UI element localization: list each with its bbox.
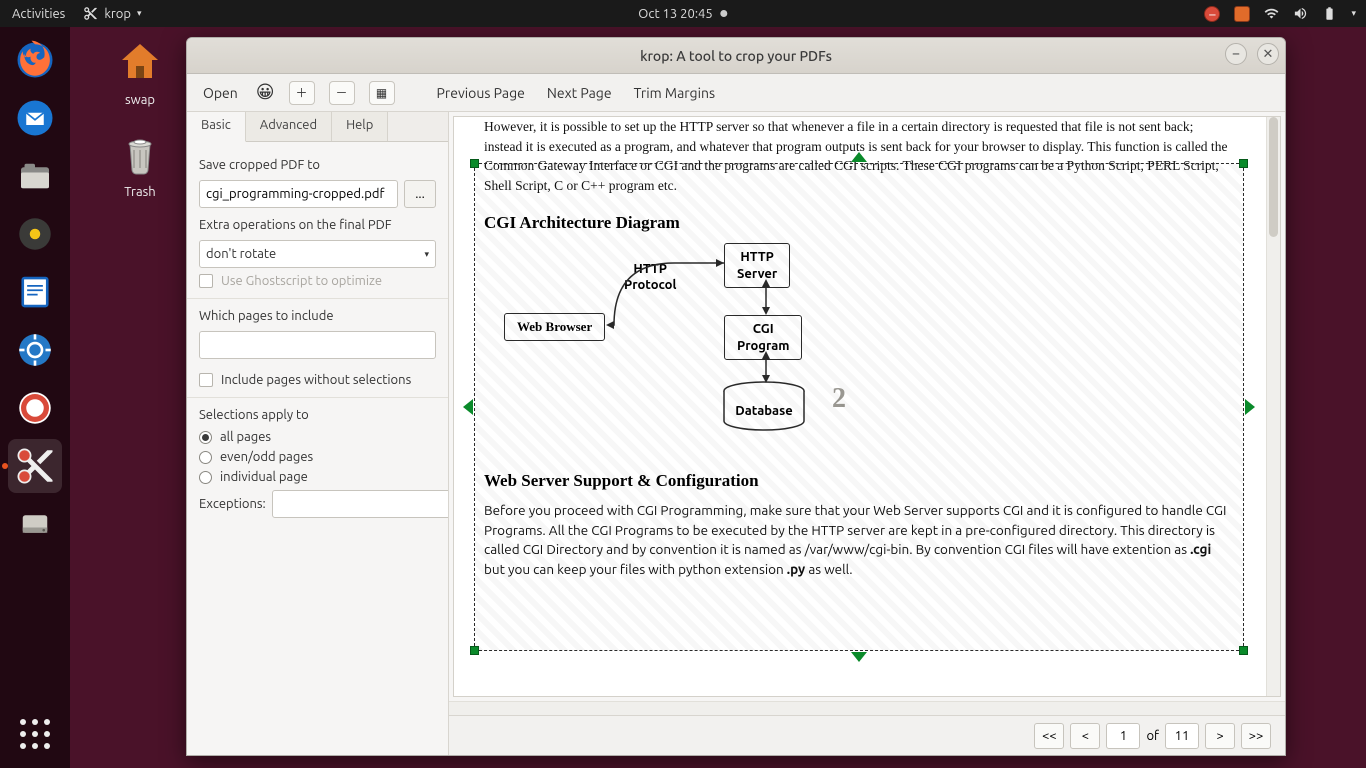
crop-selection[interactable] (474, 163, 1244, 651)
tab-advanced[interactable]: Advanced (246, 112, 332, 141)
krop-face-icon[interactable]: 😀 (256, 82, 275, 103)
update-indicator-icon[interactable]: − (1204, 6, 1220, 22)
notification-dot-icon (721, 10, 728, 17)
pdf-area: However, it is possible to set up the HT… (449, 112, 1285, 755)
checkbox-icon (199, 373, 213, 387)
battery-icon (1322, 6, 1337, 21)
dock-help[interactable] (8, 381, 62, 435)
window-title: krop: A tool to crop your PDFs (640, 48, 832, 64)
crop-handle-n[interactable] (851, 152, 867, 162)
which-pages-input[interactable] (199, 331, 436, 359)
app-menu[interactable]: krop ▾ (83, 6, 141, 21)
radio-icon (199, 451, 212, 464)
home-folder-icon (116, 38, 164, 86)
dock-writer[interactable] (8, 265, 62, 319)
dock-thunderbird[interactable] (8, 91, 62, 145)
close-button[interactable]: ✕ (1257, 43, 1279, 65)
clock[interactable]: Oct 13 20:45 (638, 7, 727, 21)
dock-settings[interactable] (8, 323, 62, 377)
current-page-input[interactable] (1106, 723, 1140, 749)
horizontal-scrollbar[interactable] (449, 701, 1285, 715)
dock-firefox[interactable] (8, 33, 62, 87)
which-pages-label: Which pages to include (199, 309, 436, 323)
dock-krop[interactable] (8, 439, 62, 493)
radio-icon (199, 431, 212, 444)
dropdown-icon: ▾ (137, 8, 142, 19)
fit-page-button[interactable]: ▦ (369, 81, 395, 105)
dropdown-icon: ▾ (1351, 8, 1356, 19)
crop-handle-nw[interactable] (470, 159, 479, 168)
last-page-button[interactable]: >> (1241, 723, 1271, 749)
ghostscript-checkbox: Use Ghostscript to optimize (199, 274, 436, 288)
dock-files[interactable] (8, 149, 62, 203)
pager: << < of > >> (449, 715, 1285, 755)
first-page-button[interactable]: << (1034, 723, 1064, 749)
selections-apply-label: Selections apply to (199, 408, 436, 422)
security-indicator-icon[interactable] (1234, 6, 1250, 22)
zoom-in-button[interactable]: ＋ (289, 81, 315, 105)
crop-handle-ne[interactable] (1239, 159, 1248, 168)
wifi-icon (1264, 6, 1279, 21)
desktop-folder-swap[interactable]: swap (100, 38, 180, 107)
side-panel: Basic Advanced Help Save cropped PDF to … (187, 112, 449, 755)
tab-basic[interactable]: Basic (187, 112, 246, 142)
panel-tabs: Basic Advanced Help (187, 112, 448, 142)
crop-handle-w[interactable] (463, 399, 473, 415)
radio-icon (199, 471, 212, 484)
desktop-trash[interactable]: Trash (100, 130, 180, 199)
minimize-button[interactable]: – (1225, 43, 1247, 65)
crop-handle-s[interactable] (851, 652, 867, 662)
crop-handle-sw[interactable] (470, 646, 479, 655)
save-path-input[interactable] (199, 180, 398, 208)
prev-page-button[interactable]: < (1070, 723, 1100, 749)
crop-handle-e[interactable] (1245, 399, 1255, 415)
trash-icon (116, 130, 164, 178)
dock (0, 27, 70, 768)
zoom-out-button[interactable]: － (329, 81, 355, 105)
pdf-viewport[interactable]: However, it is possible to set up the HT… (453, 116, 1281, 697)
dock-disk[interactable] (8, 497, 62, 551)
crop-handle-se[interactable] (1239, 646, 1248, 655)
radio-even-odd[interactable]: even/odd pages (199, 450, 436, 464)
dock-rhythmbox[interactable] (8, 207, 62, 261)
toolbar: Open 😀 ＋ － ▦ Previous Page Next Page Tri… (187, 74, 1285, 112)
browse-button[interactable]: ... (404, 180, 436, 208)
of-label: of (1146, 729, 1159, 743)
krop-window: krop: A tool to crop your PDFs – ✕ Open … (186, 37, 1286, 756)
exceptions-label: Exceptions: (199, 497, 266, 511)
exceptions-input[interactable] (272, 490, 448, 518)
titlebar[interactable]: krop: A tool to crop your PDFs – ✕ (187, 38, 1285, 74)
checkbox-icon (199, 274, 213, 288)
next-page-button[interactable]: > (1205, 723, 1235, 749)
open-button[interactable]: Open (199, 83, 242, 103)
tab-help[interactable]: Help (332, 112, 388, 141)
volume-icon (1293, 6, 1308, 21)
vertical-scrollbar[interactable] (1266, 117, 1280, 696)
radio-individual[interactable]: individual page (199, 470, 436, 484)
save-label: Save cropped PDF to (199, 158, 436, 172)
scissors-icon (83, 6, 98, 21)
previous-page-button[interactable]: Previous Page (433, 83, 529, 103)
activities-button[interactable]: Activities (12, 7, 65, 21)
rotate-select[interactable]: don't rotate▾ (199, 240, 436, 268)
trim-margins-button[interactable]: Trim Margins (630, 83, 719, 103)
include-without-selections-checkbox[interactable]: Include pages without selections (199, 373, 436, 387)
chevron-down-icon: ▾ (424, 249, 429, 260)
extra-ops-label: Extra operations on the final PDF (199, 218, 436, 232)
total-pages (1165, 723, 1199, 749)
next-page-button[interactable]: Next Page (543, 83, 616, 103)
radio-all-pages[interactable]: all pages (199, 430, 436, 444)
system-top-bar: Activities krop ▾ Oct 13 20:45 − ▾ (0, 0, 1366, 27)
show-applications[interactable] (15, 714, 55, 754)
system-indicators[interactable]: − ▾ (1204, 6, 1356, 22)
